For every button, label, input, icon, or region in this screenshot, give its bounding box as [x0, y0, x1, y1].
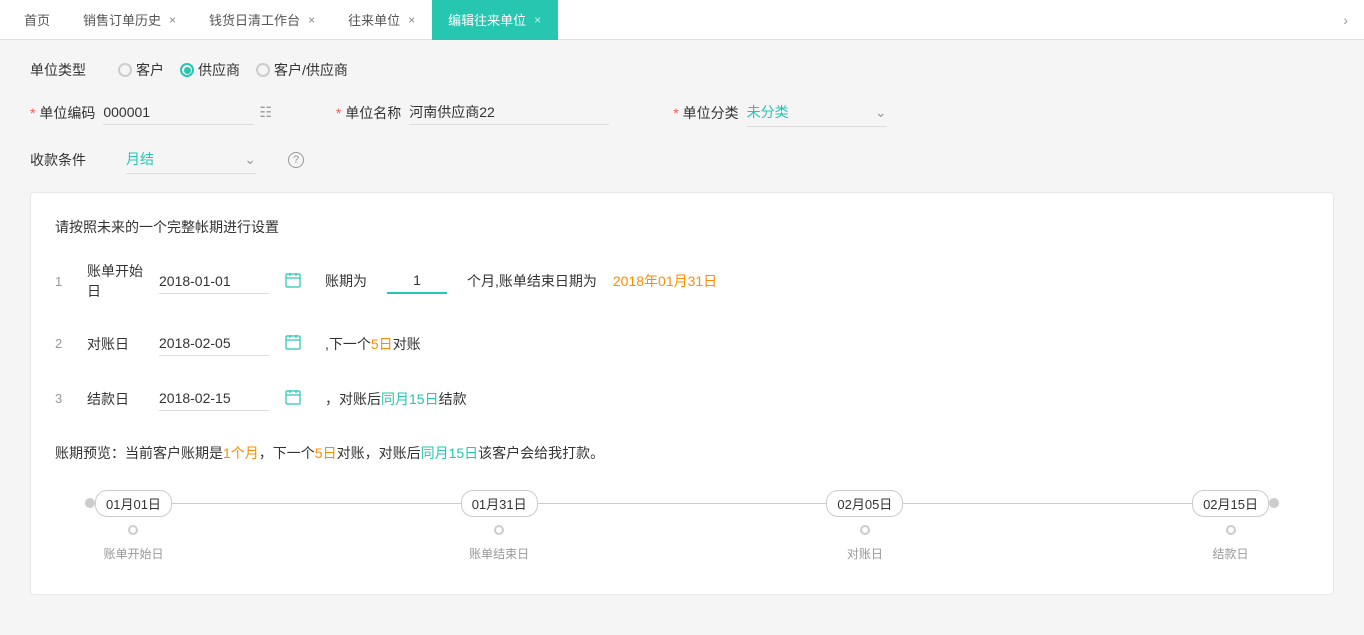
payment-terms-label: 收款条件: [30, 150, 86, 170]
timeline-node-2: 01月31日 账单结束日: [461, 490, 538, 562]
tabs-bar: 首页 销售订单历史 × 钱货日清工作台 × 往来单位 × 编辑往来单位 × ›: [0, 0, 1364, 40]
main-content: 单位类型 客户 供应商 客户/供应商 单位编码 ☷ 单位名称: [0, 40, 1364, 635]
timeline-label-2: 账单结束日: [469, 545, 529, 562]
step-label-2: 对账日: [87, 334, 147, 354]
step-num-1: 1: [55, 274, 75, 289]
settings-title: 请按照未来的一个完整帐期进行设置: [55, 217, 1309, 237]
payment-terms-row: 收款条件 月结 ⌄ ?: [30, 145, 1334, 174]
tab-edit-partner[interactable]: 编辑往来单位 ×: [432, 0, 558, 40]
step-num-2: 2: [55, 336, 75, 351]
timeline-label-3: 对账日: [847, 545, 883, 562]
period-input[interactable]: [387, 268, 447, 294]
unit-code-group: 单位编码 ☷: [30, 100, 272, 125]
unit-info-row: 单位编码 ☷ 单位名称 单位分类 未分类 ⌄: [30, 98, 1334, 127]
unit-type-label: 单位类型: [30, 60, 86, 80]
setting-row-2: 2 对账日 ,下一个5日对账: [55, 331, 1309, 356]
timeline-label-1: 账单开始日: [103, 545, 163, 562]
timeline-dot-4: [1226, 525, 1236, 535]
timeline-node-1: 01月01日 账单开始日: [95, 490, 172, 562]
unit-category-value: 未分类: [747, 102, 869, 122]
timeline-bubble-4: 02月15日: [1192, 490, 1269, 517]
unit-category-arrow-icon: ⌄: [875, 104, 887, 121]
tab-cash-work[interactable]: 钱货日清工作台 ×: [193, 0, 332, 40]
step-desc-1b: 个月,账单结束日期为: [467, 271, 597, 291]
unit-category-group: 单位分类 未分类 ⌄: [673, 98, 886, 127]
unit-name-input[interactable]: [409, 100, 609, 125]
payment-highlight: 同月15日: [381, 391, 439, 407]
tab-home[interactable]: 首页: [8, 0, 67, 40]
timeline-bubble-2: 01月31日: [461, 490, 538, 517]
step-desc-1a: 账期为: [325, 271, 367, 291]
tab-close-cash-work[interactable]: ×: [308, 13, 315, 27]
payment-terms-select[interactable]: 月结 ⌄: [126, 145, 256, 174]
timeline-node-4: 02月15日 结款日: [1192, 490, 1269, 562]
timeline-node-3: 02月05日 对账日: [826, 490, 903, 562]
step-desc-3: ，对账后同月15日结款: [325, 389, 467, 409]
payment-date-input[interactable]: [159, 386, 269, 411]
tab-partner[interactable]: 往来单位 ×: [332, 0, 432, 40]
radio-supplier-circle: [180, 63, 194, 77]
unit-type-radio-group: 客户 供应商 客户/供应商: [118, 60, 348, 80]
payment-date-cal-icon[interactable]: [285, 389, 301, 408]
unit-code-input[interactable]: [103, 100, 253, 125]
radio-customer-label: 客户: [136, 60, 164, 80]
unit-category-select[interactable]: 未分类 ⌄: [747, 98, 887, 127]
timeline-line: [105, 503, 1259, 504]
tab-close-edit-partner[interactable]: ×: [534, 13, 541, 27]
radio-customer-circle: [118, 63, 132, 77]
payment-terms-help-icon[interactable]: ?: [288, 152, 304, 168]
setting-row-3: 3 结款日 ，对账后同月15日结款: [55, 386, 1309, 411]
radio-customer-supplier-label: 客户/供应商: [274, 60, 348, 80]
radio-customer-supplier[interactable]: 客户/供应商: [256, 60, 348, 80]
step-desc-2: ,下一个5日对账: [325, 334, 421, 354]
start-date-input[interactable]: [159, 269, 269, 294]
tab-more-arrow[interactable]: ›: [1335, 12, 1356, 28]
settings-box: 请按照未来的一个完整帐期进行设置 1 账单开始日 账期为 个月,账单结束日期为 …: [30, 192, 1334, 595]
timeline-label-4: 结款日: [1213, 545, 1249, 562]
timeline-container: 01月01日 账单开始日 01月31日 账单结束日 02月05日 对账日: [55, 490, 1309, 562]
unit-code-label: 单位编码: [30, 103, 95, 123]
unit-name-group: 单位名称: [336, 100, 609, 125]
tab-close-partner[interactable]: ×: [408, 13, 415, 27]
step-num-3: 3: [55, 391, 75, 406]
tab-close-sales-order-history[interactable]: ×: [169, 13, 176, 27]
radio-customer[interactable]: 客户: [118, 60, 164, 80]
period-end-date: 2018年01月31日: [613, 271, 717, 291]
timeline-dot-1: [128, 525, 138, 535]
radio-customer-supplier-circle: [256, 63, 270, 77]
setting-row-1: 1 账单开始日 账期为 个月,账单结束日期为 2018年01月31日: [55, 261, 1309, 301]
step-label-3: 结款日: [87, 389, 147, 409]
preview-payment-day: 同月15日: [421, 445, 479, 461]
unit-type-row: 单位类型 客户 供应商 客户/供应商: [30, 60, 1334, 80]
reconcile-highlight: 5日: [371, 336, 393, 352]
preview-text: 账期预览：当前客户账期是1个月，下一个5日对账，对账后同月15日该客户会给我打款…: [55, 441, 1309, 466]
timeline-dot-3: [860, 525, 870, 535]
timeline-bubble-3: 02月05日: [826, 490, 903, 517]
unit-code-icon[interactable]: ☷: [259, 104, 272, 121]
preview-period: 1个月: [223, 445, 259, 461]
reconcile-date-cal-icon[interactable]: [285, 334, 301, 353]
tab-sales-order-history[interactable]: 销售订单历史 ×: [67, 0, 193, 40]
timeline-dot-2: [494, 525, 504, 535]
radio-supplier-label: 供应商: [198, 60, 240, 80]
start-date-cal-icon[interactable]: [285, 272, 301, 291]
timeline-bubble-1: 01月01日: [95, 490, 172, 517]
unit-category-label: 单位分类: [673, 103, 738, 123]
unit-name-label: 单位名称: [336, 103, 401, 123]
radio-supplier[interactable]: 供应商: [180, 60, 240, 80]
preview-reconcile-day: 5日: [315, 445, 337, 461]
step-label-1: 账单开始日: [87, 261, 147, 301]
reconcile-date-input[interactable]: [159, 331, 269, 356]
payment-terms-value: 月结: [126, 149, 238, 169]
payment-terms-arrow-icon: ⌄: [244, 151, 256, 168]
